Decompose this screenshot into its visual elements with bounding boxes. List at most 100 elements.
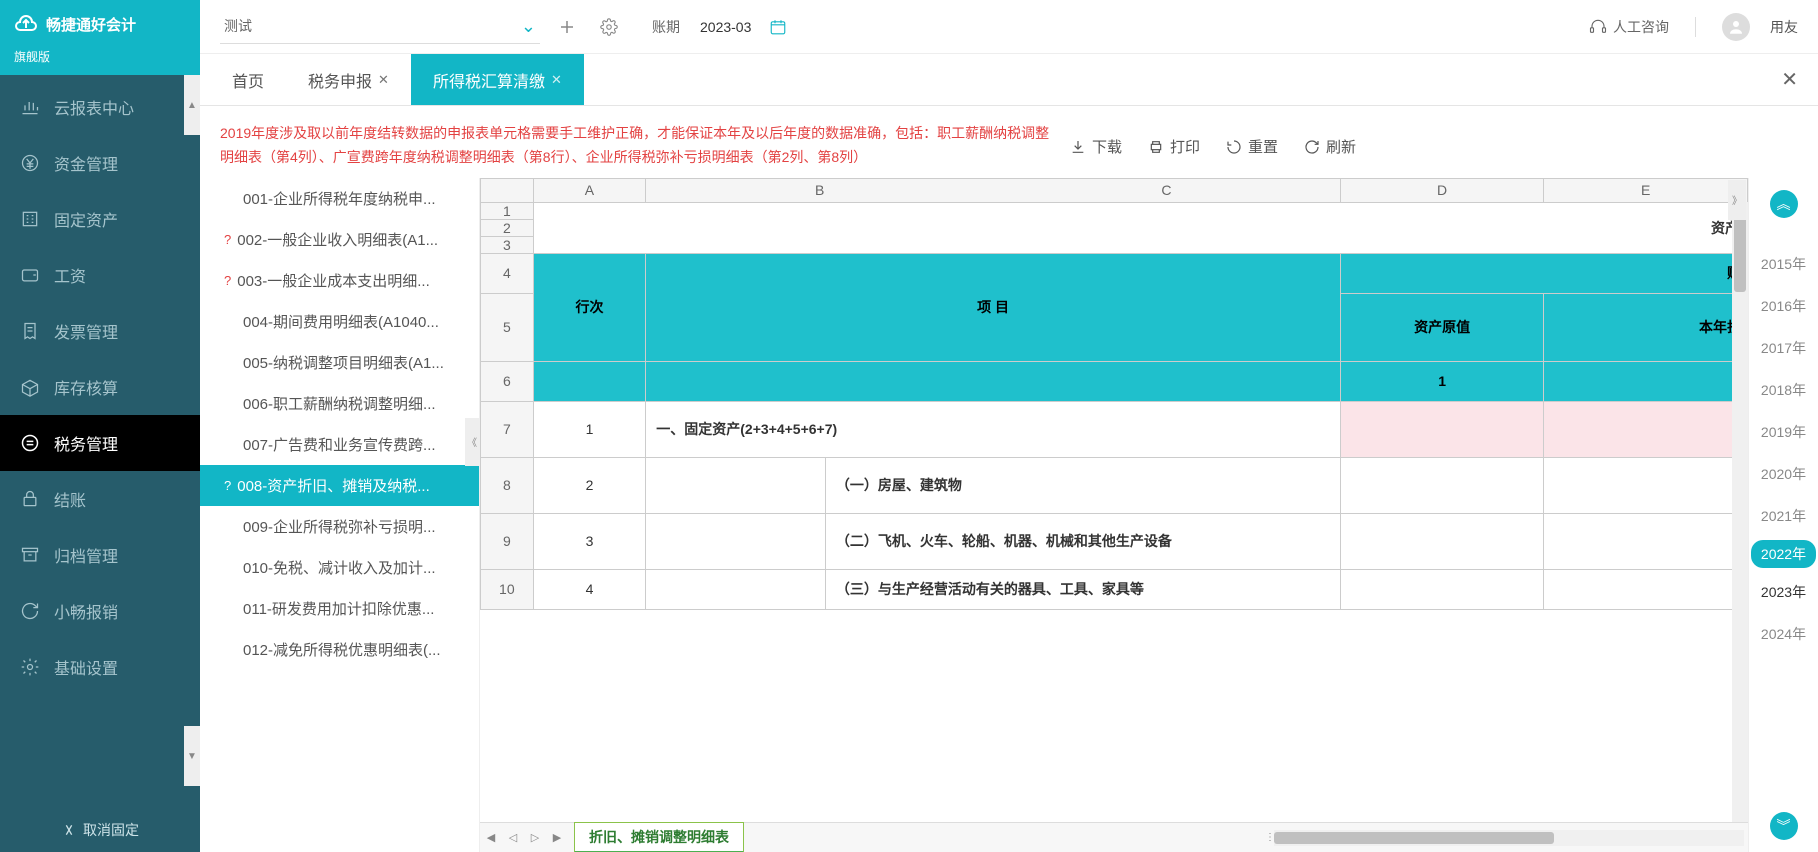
company-select[interactable]: 测试 ⌄ bbox=[220, 10, 540, 44]
year-down-button[interactable]: ︾ bbox=[1770, 812, 1798, 840]
header-line[interactable]: 行次 bbox=[533, 253, 646, 361]
header-depr[interactable]: 本年折 bbox=[1544, 293, 1748, 361]
sidebar-item-invoice[interactable]: 发票管理 bbox=[0, 303, 200, 359]
col-header[interactable]: E bbox=[1544, 178, 1748, 202]
year-item[interactable]: 2024年 bbox=[1757, 616, 1810, 652]
col-header[interactable]: A bbox=[533, 178, 646, 202]
resize-handle[interactable]: ⋮ bbox=[1266, 823, 1274, 852]
row-header[interactable]: 3 bbox=[481, 236, 534, 253]
close-icon[interactable]: ✕ bbox=[378, 72, 389, 88]
report-item[interactable]: ?008-资产折旧、摊销及纳税... bbox=[200, 465, 479, 506]
item-cell[interactable]: （三）与生产经营活动有关的器具、工具、家具等 bbox=[825, 569, 1340, 609]
year-item[interactable]: 2022年 bbox=[1751, 540, 1816, 568]
scrollbar-thumb[interactable] bbox=[1274, 832, 1554, 844]
row-header[interactable]: 7 bbox=[481, 401, 534, 457]
sidebar-scroll-down[interactable]: ▼ bbox=[184, 726, 200, 786]
report-item[interactable]: 010-免税、减计收入及加计... bbox=[200, 547, 479, 588]
report-item[interactable]: ?002-一般企业收入明细表(A1... bbox=[200, 219, 479, 260]
value-cell[interactable] bbox=[1340, 401, 1544, 457]
row-header[interactable]: 1 bbox=[481, 202, 534, 219]
year-item[interactable]: 2021年 bbox=[1757, 498, 1810, 534]
sidebar-item-settings[interactable]: 基础设置 bbox=[0, 639, 200, 695]
col-header[interactable]: BC bbox=[646, 178, 1341, 202]
sidebar-item-funds[interactable]: 资金管理 bbox=[0, 135, 200, 191]
header-item[interactable]: 项 目 bbox=[646, 253, 1341, 361]
report-item[interactable]: 006-职工薪酬纳税调整明细... bbox=[200, 383, 479, 424]
close-all-tabs[interactable]: ✕ bbox=[1771, 67, 1808, 92]
sheet-title[interactable]: 资产 bbox=[533, 202, 1747, 253]
value-cell[interactable] bbox=[1544, 401, 1748, 457]
value-cell[interactable] bbox=[1544, 513, 1748, 569]
year-item[interactable]: 2018年 bbox=[1757, 372, 1810, 408]
reset-button[interactable]: 重置 bbox=[1226, 136, 1278, 157]
row-header[interactable]: 2 bbox=[481, 219, 534, 236]
row-header[interactable]: 9 bbox=[481, 513, 534, 569]
sidebar-item-report-center[interactable]: 云报表中心 bbox=[0, 79, 200, 135]
row-header[interactable]: 4 bbox=[481, 253, 534, 293]
header-original[interactable]: 资产原值 bbox=[1340, 293, 1544, 361]
report-item[interactable]: 012-减免所得税优惠明细表(... bbox=[200, 629, 479, 670]
row-header[interactable]: 5 bbox=[481, 293, 534, 361]
line-num[interactable]: 4 bbox=[533, 569, 646, 609]
sheet-nav-prev[interactable]: ◁ bbox=[502, 831, 524, 844]
username[interactable]: 用友 bbox=[1770, 17, 1798, 37]
value-cell[interactable] bbox=[1544, 457, 1748, 513]
report-item[interactable]: 005-纳税调整项目明细表(A1... bbox=[200, 342, 479, 383]
sidebar-item-salary[interactable]: 工资 bbox=[0, 247, 200, 303]
value-cell[interactable] bbox=[1340, 513, 1544, 569]
sidebar-item-closing[interactable]: 结账 bbox=[0, 471, 200, 527]
horizontal-scrollbar[interactable] bbox=[1274, 830, 1744, 846]
vertical-scrollbar[interactable] bbox=[1732, 202, 1748, 822]
year-item[interactable]: 2015年 bbox=[1757, 246, 1810, 282]
report-item[interactable]: 007-广告费和业务宣传费跨... bbox=[200, 424, 479, 465]
settings-button[interactable] bbox=[594, 12, 624, 42]
row-header[interactable]: 8 bbox=[481, 457, 534, 513]
sidebar-item-fixed-assets[interactable]: 固定资产 bbox=[0, 191, 200, 247]
report-item[interactable]: 004-期间费用明细表(A1040... bbox=[200, 301, 479, 342]
line-num[interactable]: 3 bbox=[533, 513, 646, 569]
sidebar-scroll-up[interactable]: ▲ bbox=[184, 75, 200, 135]
year-item[interactable]: 2019年 bbox=[1757, 414, 1810, 450]
header-zhang[interactable]: 账 bbox=[1340, 253, 1747, 293]
year-item[interactable]: 2016年 bbox=[1757, 288, 1810, 324]
value-cell[interactable] bbox=[1340, 569, 1544, 609]
close-icon[interactable]: ✕ bbox=[551, 72, 562, 88]
tab-home[interactable]: 首页 bbox=[210, 54, 286, 105]
tab-income-tax-settlement[interactable]: 所得税汇算清缴✕ bbox=[411, 54, 584, 105]
brand-logo[interactable]: 畅捷通好会计 bbox=[0, 0, 200, 48]
sidebar-unpin[interactable]: 取消固定 bbox=[0, 808, 200, 852]
item-cell[interactable]: （二）飞机、火车、轮船、机器、机械和其他生产设备 bbox=[825, 513, 1340, 569]
sheet-nav-next[interactable]: ▷ bbox=[524, 831, 546, 844]
value-cell[interactable] bbox=[1544, 569, 1748, 609]
year-item[interactable]: 2017年 bbox=[1757, 330, 1810, 366]
tab-tax-report[interactable]: 税务申报✕ bbox=[286, 54, 411, 105]
row-header[interactable]: 10 bbox=[481, 569, 534, 609]
sheet-tab[interactable]: 折旧、摊销调整明细表 bbox=[574, 822, 744, 852]
consult-button[interactable]: 人工咨询 bbox=[1589, 17, 1669, 37]
report-list-collapse[interactable]: 《 bbox=[465, 418, 479, 466]
item-cell[interactable]: 一、固定资产(2+3+4+5+6+7) bbox=[646, 401, 1341, 457]
sheet-nav-first[interactable]: ◀ bbox=[480, 831, 502, 844]
col-num[interactable]: 1 bbox=[1340, 361, 1544, 401]
download-button[interactable]: 下载 bbox=[1070, 136, 1122, 157]
calendar-button[interactable] bbox=[763, 12, 793, 42]
year-item[interactable]: 2023年 bbox=[1757, 574, 1810, 610]
sidebar-item-archive[interactable]: 归档管理 bbox=[0, 527, 200, 583]
report-item[interactable]: ?003-一般企业成本支出明细... bbox=[200, 260, 479, 301]
item-cell[interactable]: （一）房屋、建筑物 bbox=[825, 457, 1340, 513]
sidebar-item-inventory[interactable]: 库存核算 bbox=[0, 359, 200, 415]
report-item[interactable]: 009-企业所得税弥补亏损明... bbox=[200, 506, 479, 547]
year-item[interactable]: 2020年 bbox=[1757, 456, 1810, 492]
print-button[interactable]: 打印 bbox=[1148, 136, 1200, 157]
value-cell[interactable] bbox=[1340, 457, 1544, 513]
avatar[interactable] bbox=[1722, 13, 1750, 41]
sheet-grid[interactable]: A BC D E 1 资产 2 3 4 行次 bbox=[480, 178, 1748, 822]
line-num[interactable]: 1 bbox=[533, 401, 646, 457]
col-header[interactable]: D bbox=[1340, 178, 1544, 202]
sidebar-item-reimburse[interactable]: 小畅报销 bbox=[0, 583, 200, 639]
sheet-expand[interactable]: 》 bbox=[1728, 180, 1746, 220]
add-button[interactable] bbox=[552, 12, 582, 42]
report-item[interactable]: 011-研发费用加计扣除优惠... bbox=[200, 588, 479, 629]
sidebar-item-tax[interactable]: 税务管理 bbox=[0, 415, 200, 471]
row-header[interactable]: 6 bbox=[481, 361, 534, 401]
